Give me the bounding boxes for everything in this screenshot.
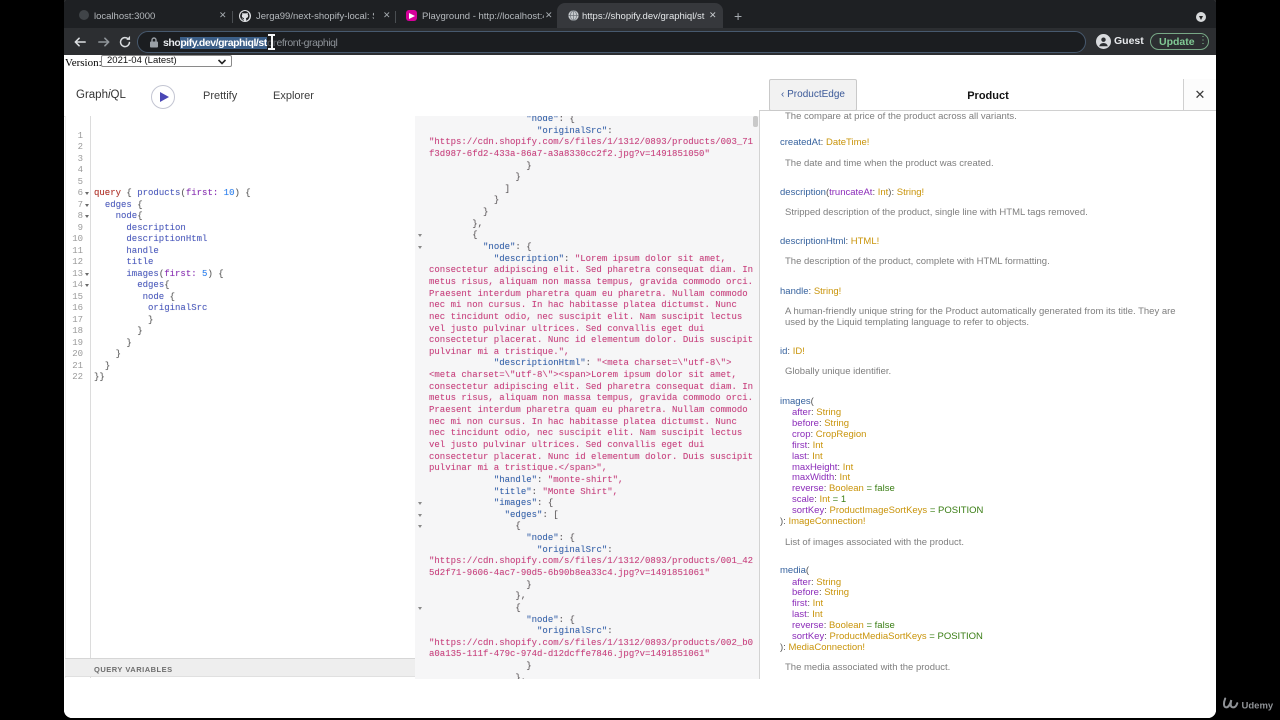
svg-text:Udemy: Udemy — [1242, 701, 1274, 712]
